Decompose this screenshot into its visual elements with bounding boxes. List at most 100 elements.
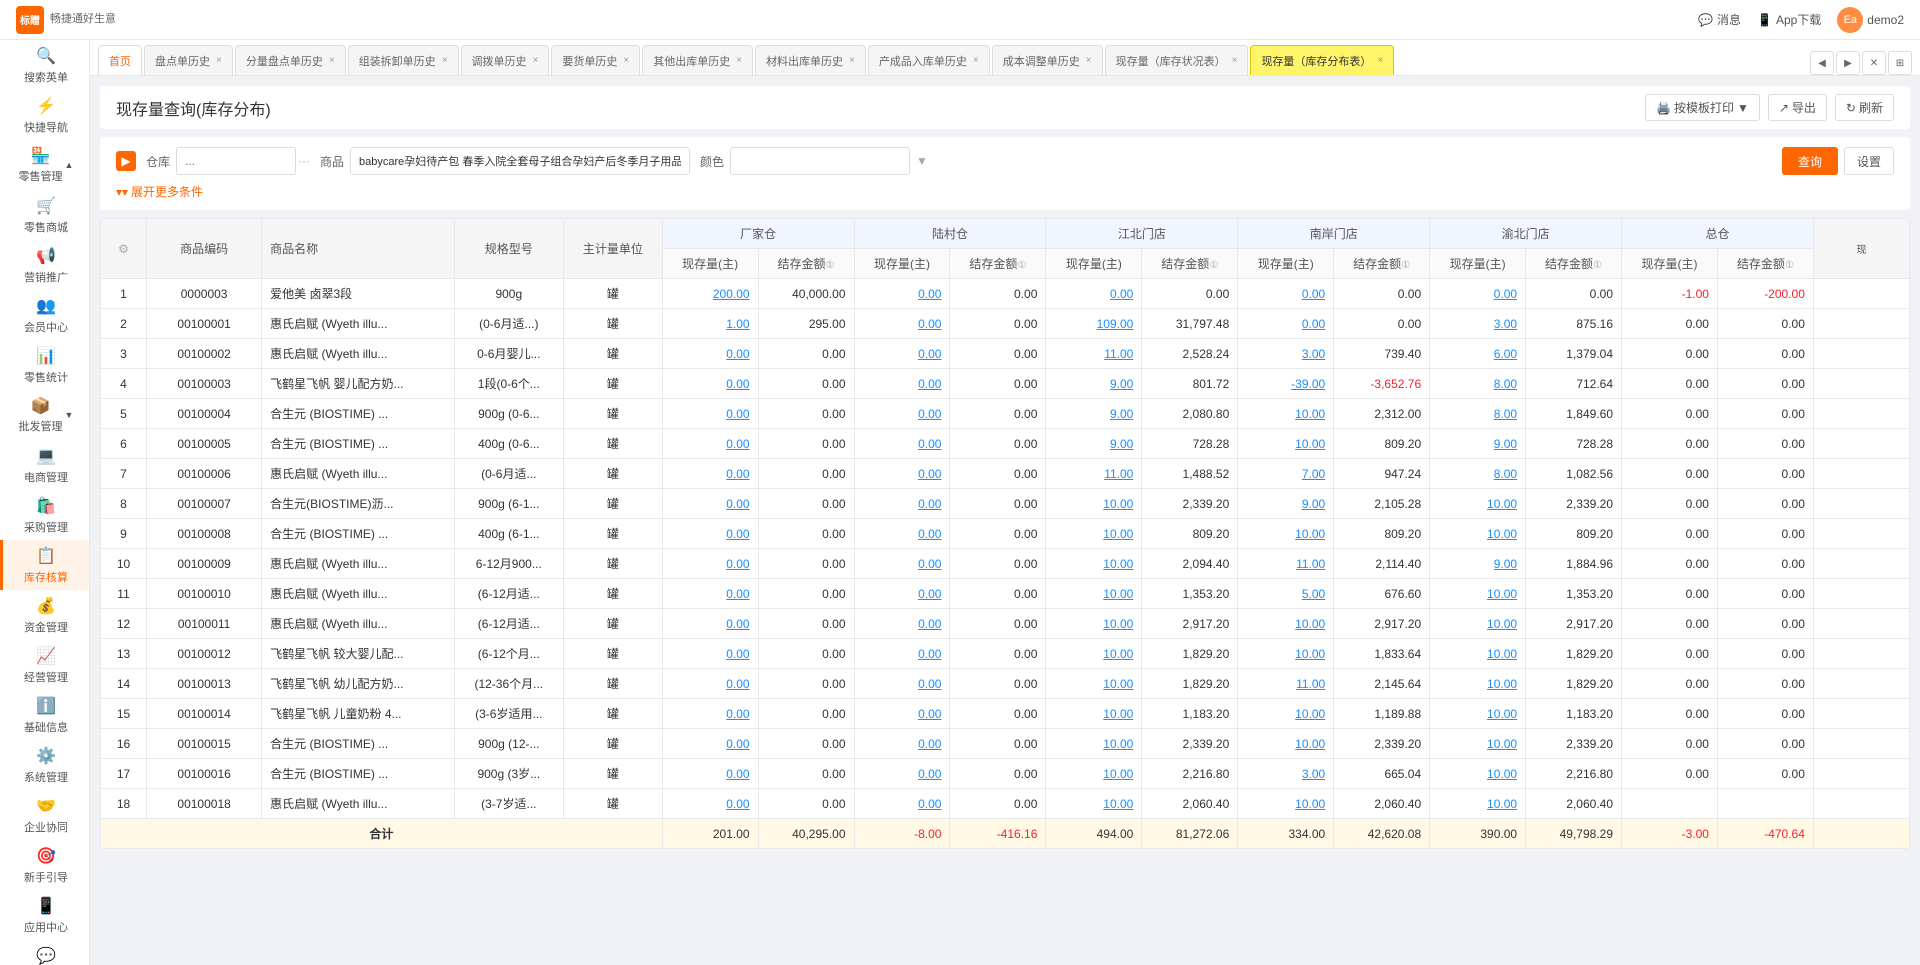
expand-conditions-btn[interactable]: ▾▾ 展开更多条件	[116, 183, 203, 200]
close-tab-10[interactable]: ×	[1232, 55, 1238, 66]
close-tab-7[interactable]: ×	[849, 55, 855, 66]
tab-cost-adj[interactable]: 成本调整单历史 ×	[992, 45, 1103, 75]
sidebar-item-system[interactable]: ⚙️ 系统管理	[0, 740, 89, 790]
retail-icon: 🏪	[31, 146, 51, 166]
color-input[interactable]	[730, 147, 910, 175]
table-row: 10000003爱他美 卤翠3段900g罐200.0040,000.000.00…	[101, 279, 1910, 309]
filter-toggle-btn[interactable]: ▶	[116, 151, 136, 171]
close-tab-8[interactable]: ×	[973, 55, 979, 66]
purchase-icon: 🛍️	[36, 496, 56, 516]
factory-amt-header: 结存金额①	[758, 249, 854, 279]
tab-order[interactable]: 要货单历史 ×	[551, 45, 640, 75]
tab-split-stocktake[interactable]: 分量盘点单历史 ×	[235, 45, 346, 75]
col-jb-header: 江北门店	[1046, 219, 1238, 249]
table-row: 1500100014飞鹤星飞帆 儿童奶粉 4...(3-6岁适用...罐0.00…	[101, 699, 1910, 729]
na-qty-header: 现存量(主)	[1238, 249, 1334, 279]
settings-gear-icon[interactable]: ⚙	[118, 242, 129, 256]
col-name-header: 商品名称	[262, 219, 454, 279]
chevron-down-icon: ▾▾	[116, 185, 128, 199]
table-row: 400100003飞鹤星飞帆 婴儿配方奶...1段(0-6个...罐0.000.…	[101, 369, 1910, 399]
search-btn[interactable]: 查询	[1782, 147, 1838, 175]
close-tab-6[interactable]: ×	[736, 55, 742, 66]
sidebar-item-wechat[interactable]: 💬 企业微信	[0, 940, 89, 965]
warehouse-more-icon: ···	[298, 154, 310, 168]
message-btn[interactable]: 💬 消息	[1698, 11, 1741, 28]
close-tab-11[interactable]: ×	[1377, 55, 1383, 66]
tab-stock-status[interactable]: 现存量（库存状况表） ×	[1105, 45, 1249, 75]
table-row: 1100100010惠氏启赋 (Wyeth illu...(6-12月适...罐…	[101, 579, 1910, 609]
tab-menu-btn[interactable]: ⊞	[1888, 51, 1912, 75]
member-icon: 👥	[36, 296, 56, 316]
table-row: 300100002惠氏启赋 (Wyeth illu...0-6月婴儿...罐0.…	[101, 339, 1910, 369]
sidebar-item-retail-stat[interactable]: 📊 零售统计	[0, 340, 89, 390]
print-btn[interactable]: 🖨️ 按模板打印 ▼	[1645, 94, 1760, 121]
sidebar-item-finance[interactable]: 💰 资金管理	[0, 590, 89, 640]
table-row: 1800100018惠氏启赋 (Wyeth illu...(3-7岁适...罐0…	[101, 789, 1910, 819]
app-icon: 📱	[1757, 13, 1772, 27]
sidebar-item-ecom[interactable]: 💻 电商管理	[0, 440, 89, 490]
app-download-btn[interactable]: 📱 App下载	[1757, 11, 1821, 28]
collab-icon: 🤝	[36, 796, 56, 816]
jb-amt-header: 结存金额①	[1142, 249, 1238, 279]
tab-next-btn[interactable]: ▶	[1836, 51, 1860, 75]
printer-icon: 🖨️	[1656, 101, 1671, 115]
tab-other-out[interactable]: 其他出库单历史 ×	[642, 45, 753, 75]
data-table: ⚙ 商品编码 商品名称 规格型号 主计量单位 厂家仓 陆村仓 江北门店 南岸门店…	[100, 218, 1910, 849]
sidebar-item-search[interactable]: 🔍 搜索英单	[0, 40, 89, 90]
close-tab-4[interactable]: ×	[533, 55, 539, 66]
col-unit-header: 主计量单位	[564, 219, 663, 279]
user-area[interactable]: Ea demo2	[1837, 7, 1904, 33]
na-amt-header: 结存金额①	[1334, 249, 1430, 279]
sidebar-item-collab[interactable]: 🤝 企业协同	[0, 790, 89, 840]
warehouse-input[interactable]	[176, 147, 296, 175]
col-settings: ⚙	[101, 219, 147, 279]
col-total-header: 总仓	[1622, 219, 1814, 249]
guide-icon: 🎯	[36, 846, 56, 866]
tab-product-in[interactable]: 产成品入库单历史 ×	[868, 45, 990, 75]
close-tab-1[interactable]: ×	[216, 55, 222, 66]
sidebar-item-appstore[interactable]: 📱 应用中心	[0, 890, 89, 940]
close-tab-9[interactable]: ×	[1086, 55, 1092, 66]
sidebar-item-guide[interactable]: 🎯 新手引导	[0, 840, 89, 890]
sidebar-item-member[interactable]: 👥 会员中心	[0, 290, 89, 340]
sidebar-item-management[interactable]: 📈 经营管理	[0, 640, 89, 690]
export-btn[interactable]: ↗ 导出	[1768, 94, 1827, 121]
header-right: 💬 消息 📱 App下载 Ea demo2	[1698, 7, 1904, 33]
setting-btn[interactable]: 设置	[1844, 147, 1894, 175]
close-tab-2[interactable]: ×	[329, 55, 335, 66]
sidebar-item-inventory[interactable]: 📋 库存核算	[0, 540, 89, 590]
tab-nav-buttons: ◀ ▶ ✕ ⊞	[1810, 51, 1912, 75]
tab-stocktake[interactable]: 盘点单历史 ×	[144, 45, 233, 75]
sidebar-item-nav[interactable]: ⚡ 快捷导航	[0, 90, 89, 140]
table-row: 1400100013飞鹤星飞帆 幼儿配方奶...(12-36个月...罐0.00…	[101, 669, 1910, 699]
appstore-icon: 📱	[36, 896, 56, 916]
sidebar-item-mall[interactable]: 🛒 零售商城	[0, 190, 89, 240]
table-row: 1300100012飞鹤星飞帆 较大婴儿配...(6-12个月...罐0.000…	[101, 639, 1910, 669]
tab-stock-dist[interactable]: 现存量（库存分布表） ×	[1250, 45, 1394, 75]
table-row: 1200100011惠氏启赋 (Wyeth illu...(6-12月适...罐…	[101, 609, 1910, 639]
sidebar-item-purchase[interactable]: 🛍️ 采购管理	[0, 490, 89, 540]
tab-close-all-btn[interactable]: ✕	[1862, 51, 1886, 75]
nav-icon: ⚡	[36, 96, 56, 116]
col-lc-header: 陆村仓	[854, 219, 1046, 249]
tab-material-out[interactable]: 材料出库单历史 ×	[755, 45, 866, 75]
tab-home[interactable]: 首页	[98, 45, 142, 75]
close-tab-3[interactable]: ×	[442, 55, 448, 66]
goods-input[interactable]	[350, 147, 690, 175]
tab-prev-btn[interactable]: ◀	[1810, 51, 1834, 75]
stat-icon: 📊	[36, 346, 56, 366]
dropdown-arrow-print: ▼	[1737, 101, 1749, 115]
table-row: 1700100016合生元 (BIOSTIME) ...900g (3岁...罐…	[101, 759, 1910, 789]
sidebar-item-basic-info[interactable]: ℹ️ 基础信息	[0, 690, 89, 740]
refresh-btn[interactable]: ↻ 刷新	[1835, 94, 1894, 121]
table-row: 1000100009惠氏启赋 (Wyeth illu...6-12月900...…	[101, 549, 1910, 579]
tab-transfer[interactable]: 调拨单历史 ×	[461, 45, 550, 75]
sidebar-item-retail-mgmt[interactable]: 🏪 零售管理 ▲	[0, 140, 89, 190]
lc-qty-header: 现存量(主)	[854, 249, 950, 279]
sidebar-item-wholesale[interactable]: 📦 批发管理 ▼	[0, 390, 89, 440]
sidebar-item-marketing[interactable]: 📢 营销推广	[0, 240, 89, 290]
tab-assembly[interactable]: 组装拆卸单历史 ×	[348, 45, 459, 75]
table-row: 200100001惠氏启赋 (Wyeth illu...(0-6月适...)罐1…	[101, 309, 1910, 339]
expand-arrow2: ▼	[65, 410, 74, 420]
close-tab-5[interactable]: ×	[623, 55, 629, 66]
